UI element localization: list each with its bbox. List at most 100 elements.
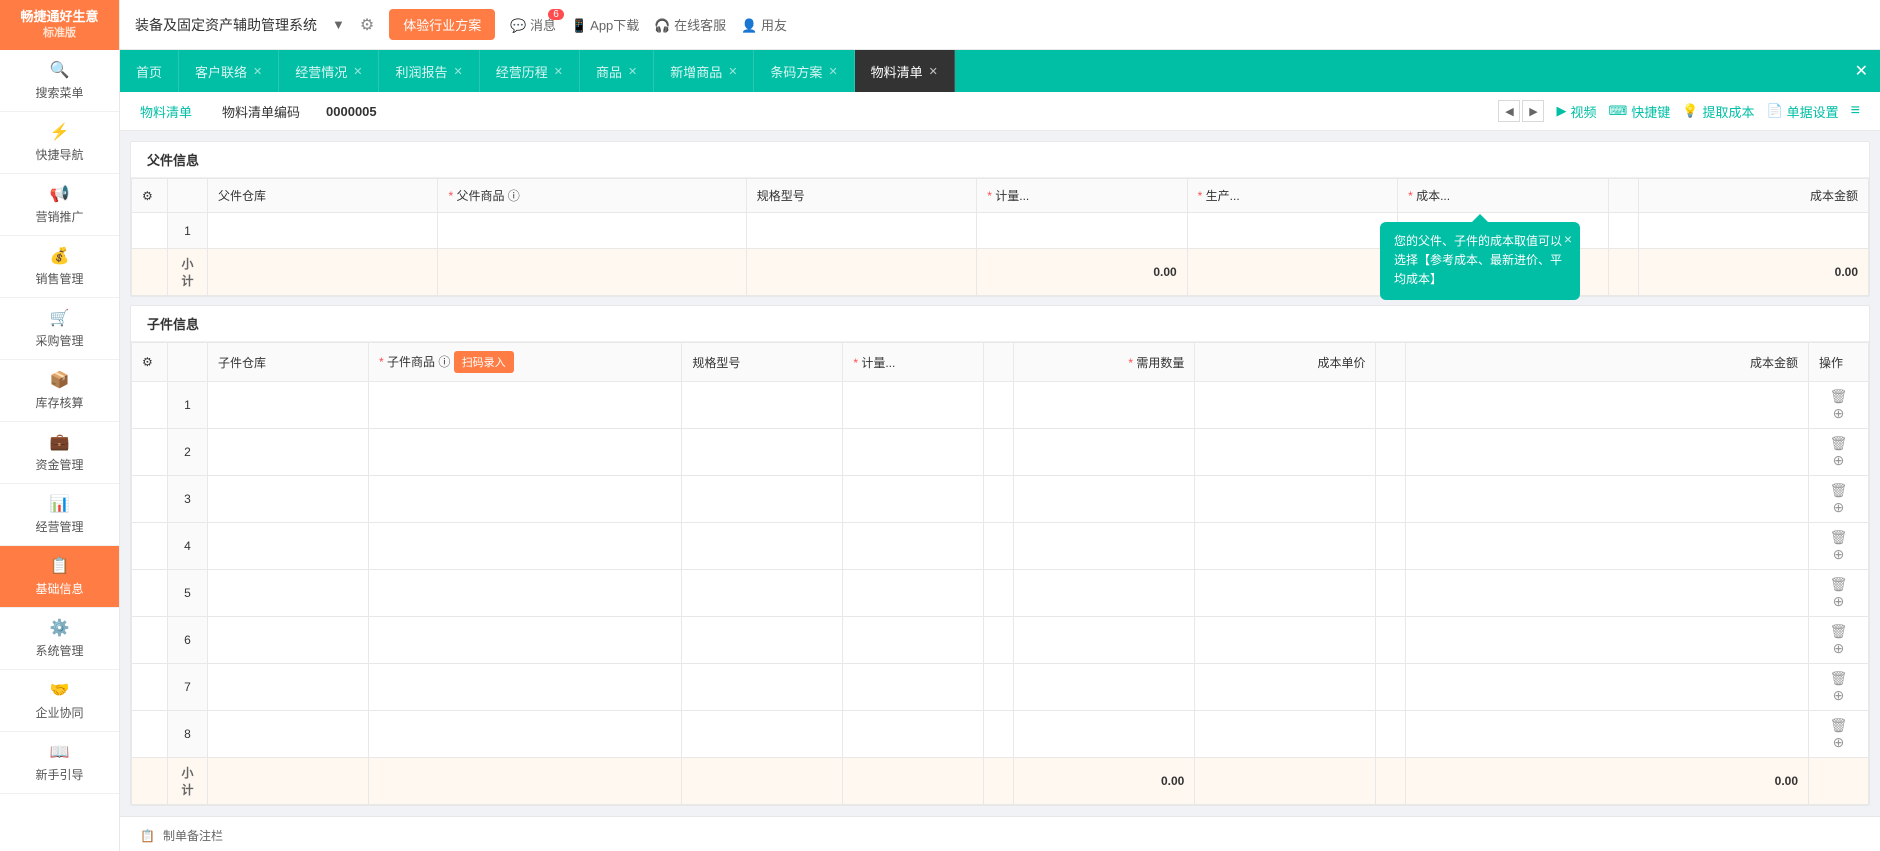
td-child-spec[interactable]: [682, 476, 843, 523]
message-badge[interactable]: 💬 6 消息: [510, 15, 556, 34]
dropdown-arrow-icon[interactable]: ▼: [332, 17, 345, 32]
td-child-spec[interactable]: [682, 570, 843, 617]
sidebar-item-inventory[interactable]: 📦 库存核算: [0, 360, 119, 422]
td-child-unit[interactable]: [843, 429, 984, 476]
copy-icon[interactable]: ⊕: [1833, 546, 1845, 562]
td-child-product[interactable]: [369, 523, 682, 570]
sidebar-item-system[interactable]: ⚙️ 系统管理: [0, 608, 119, 670]
td-child-warehouse[interactable]: [208, 523, 369, 570]
td-child-qty[interactable]: [1014, 382, 1195, 429]
tab-customer-close[interactable]: ✕: [253, 65, 262, 78]
tab-home[interactable]: 首页: [120, 50, 179, 92]
sidebar-item-basic[interactable]: 📋 基础信息: [0, 546, 119, 608]
td-child-unit[interactable]: [843, 382, 984, 429]
user-avatar[interactable]: 👤 用友: [741, 15, 787, 34]
view-action[interactable]: ▶ 视频: [1556, 102, 1596, 121]
sidebar-item-operation[interactable]: 📊 经营管理: [0, 484, 119, 546]
copy-icon[interactable]: ⊕: [1833, 593, 1845, 609]
tab-product[interactable]: 商品 ✕: [580, 50, 654, 92]
delete-icon[interactable]: 🗑: [1830, 388, 1848, 404]
td-child-warehouse[interactable]: [208, 664, 369, 711]
td-spec[interactable]: [746, 213, 976, 249]
td-child-warehouse[interactable]: [208, 382, 369, 429]
settings-icon[interactable]: ⚙: [360, 15, 374, 35]
copy-icon[interactable]: ⊕: [1833, 640, 1845, 656]
td-child-spec[interactable]: [682, 523, 843, 570]
td-child-product[interactable]: [369, 570, 682, 617]
delete-icon[interactable]: 🗑: [1830, 529, 1848, 545]
tab-history[interactable]: 经营历程 ✕: [480, 50, 580, 92]
td-child-product[interactable]: [369, 711, 682, 758]
copy-icon[interactable]: ⊕: [1833, 687, 1845, 703]
td-production[interactable]: [1187, 213, 1397, 249]
delete-icon[interactable]: 🗑: [1830, 435, 1848, 451]
copy-icon[interactable]: ⊕: [1833, 405, 1845, 421]
sidebar-item-guide[interactable]: 📖 新手引导: [0, 732, 119, 794]
setting-action[interactable]: 📄 单据设置: [1766, 102, 1838, 121]
td-child-cost-price[interactable]: [1195, 664, 1376, 711]
td-child-cost-price[interactable]: [1195, 711, 1376, 758]
td-child-warehouse[interactable]: [208, 711, 369, 758]
td-child-product[interactable]: [369, 664, 682, 711]
tab-new-product[interactable]: 新增商品 ✕: [654, 50, 754, 92]
td-child-qty[interactable]: [1014, 523, 1195, 570]
td-product[interactable]: [438, 213, 746, 249]
tab-profit[interactable]: 利润报告 ✕: [379, 50, 479, 92]
td-child-qty[interactable]: [1014, 429, 1195, 476]
td-child-spec[interactable]: [682, 617, 843, 664]
delete-icon[interactable]: 🗑: [1830, 576, 1848, 592]
td-child-qty[interactable]: [1014, 617, 1195, 664]
td-child-spec[interactable]: [682, 664, 843, 711]
td-child-spec[interactable]: [682, 429, 843, 476]
td-child-product[interactable]: [369, 617, 682, 664]
sidebar-item-collab[interactable]: 🤝 企业协同: [0, 670, 119, 732]
sidebar-item-purchase[interactable]: 🛒 采购管理: [0, 298, 119, 360]
shortcut-action[interactable]: ⌨ 快捷键: [1608, 102, 1670, 121]
sidebar-item-sales[interactable]: 💰 销售管理: [0, 236, 119, 298]
td-child-product[interactable]: [369, 429, 682, 476]
sidebar-item-finance[interactable]: 💼 资金管理: [0, 422, 119, 484]
td-child-unit[interactable]: [843, 570, 984, 617]
td-child-unit[interactable]: [843, 664, 984, 711]
td-child-qty[interactable]: [1014, 570, 1195, 617]
td-child-spec[interactable]: [682, 711, 843, 758]
td-child-warehouse[interactable]: [208, 570, 369, 617]
close-all-tabs[interactable]: ✕: [1843, 61, 1880, 81]
td-child-cost-price[interactable]: [1195, 570, 1376, 617]
tab-barcode-close[interactable]: ✕: [828, 65, 837, 78]
delete-icon[interactable]: 🗑: [1830, 717, 1848, 733]
copy-icon[interactable]: ⊕: [1833, 499, 1845, 515]
tab-history-close[interactable]: ✕: [554, 65, 563, 78]
sidebar-item-quicknav[interactable]: ⚡ 快捷导航: [0, 112, 119, 174]
tab-profit-close[interactable]: ✕: [454, 65, 463, 78]
delete-icon[interactable]: 🗑: [1830, 482, 1848, 498]
delete-icon[interactable]: 🗑: [1830, 670, 1848, 686]
td-unit[interactable]: [977, 213, 1187, 249]
td-child-unit[interactable]: [843, 617, 984, 664]
online-service[interactable]: 🎧 在线客服: [654, 15, 726, 34]
td-child-cost-price[interactable]: [1195, 617, 1376, 664]
tab-customer[interactable]: 客户联络 ✕: [179, 50, 279, 92]
td-warehouse[interactable]: [208, 213, 438, 249]
expand-icon[interactable]: ≡: [1851, 102, 1860, 120]
td-child-product[interactable]: [369, 382, 682, 429]
td-child-warehouse[interactable]: [208, 617, 369, 664]
td-child-cost-price[interactable]: [1195, 523, 1376, 570]
td-child-unit[interactable]: [843, 711, 984, 758]
copy-icon[interactable]: ⊕: [1833, 734, 1845, 750]
td-child-qty[interactable]: [1014, 664, 1195, 711]
scan-button[interactable]: 扫码录入: [454, 351, 514, 373]
cost-action[interactable]: 💡 提取成本: [1682, 102, 1754, 121]
td-child-qty[interactable]: [1014, 711, 1195, 758]
tab-operation[interactable]: 经营情况 ✕: [279, 50, 379, 92]
td-child-cost-price[interactable]: [1195, 429, 1376, 476]
delete-icon[interactable]: 🗑: [1830, 623, 1848, 639]
td-child-warehouse[interactable]: [208, 429, 369, 476]
nav-prev-button[interactable]: ◀: [1498, 100, 1520, 122]
sidebar-item-marketing[interactable]: 📢 营销推广: [0, 174, 119, 236]
td-child-cost-price[interactable]: [1195, 476, 1376, 523]
tab-barcode[interactable]: 条码方案 ✕: [754, 50, 854, 92]
td-child-cost-price[interactable]: [1195, 382, 1376, 429]
tab-bom-close[interactable]: ✕: [929, 65, 938, 78]
tab-bom[interactable]: 物料清单 ✕: [855, 50, 955, 92]
